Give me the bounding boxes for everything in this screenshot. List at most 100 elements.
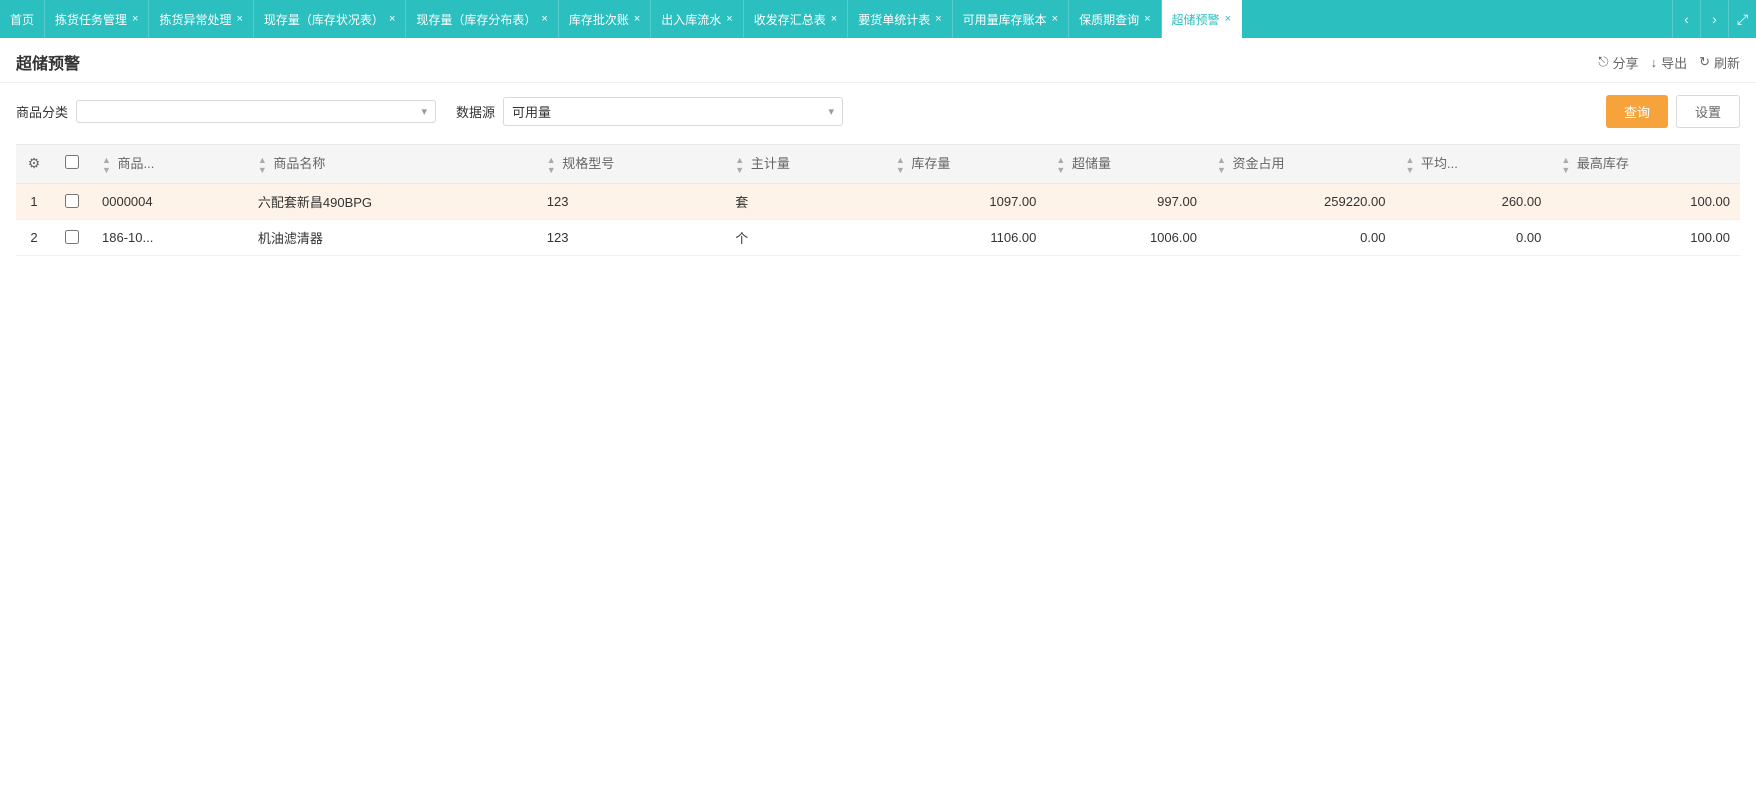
col-stock-header[interactable]: ▲▼ 库存量 [886,145,1047,184]
select-all-checkbox[interactable] [65,155,79,169]
query-button[interactable]: 查询 [1606,95,1668,128]
nav-tab-home[interactable]: 首页 [0,0,45,38]
top-navigation: 首页 拣货任务管理 × 拣货异常处理 × 现存量（库存状况表） × 现存量（库存… [0,0,1756,38]
close-icon[interactable]: × [236,13,242,25]
sort-icon: ▲▼ [1405,155,1414,175]
nav-tab-3[interactable]: 现存量（库存状况表） × [254,0,406,38]
nav-tab-11[interactable]: 超储预警 × [1162,0,1242,38]
row-avg: 260.00 [1395,183,1551,219]
gear-icon[interactable]: ⚙ [28,155,41,171]
row-capital: 0.00 [1207,219,1396,255]
sort-icon: ▲▼ [547,155,556,175]
row-code: 0000004 [92,183,248,219]
nav-next-button[interactable]: › [1700,0,1728,38]
nav-prev-button[interactable]: ‹ [1672,0,1700,38]
settings-button[interactable]: 设置 [1676,95,1740,128]
row-avg: 0.00 [1395,219,1551,255]
nav-tab-7[interactable]: 收发存汇总表 × [744,0,848,38]
col-overstock-label: 超储量 [1072,156,1111,171]
table-container: ⚙ ▲▼ 商品... ▲▼ 商品名称 ▲▼ 规格型号 ▲▼ [0,144,1756,256]
refresh-button[interactable]: ↻ 刷新 [1699,53,1740,72]
col-maxstock-header[interactable]: ▲▼ 最高库存 [1551,145,1740,184]
nav-tab-9-label: 可用量库存账本 [963,11,1047,28]
nav-tab-8[interactable]: 要货单统计表 × [848,0,952,38]
nav-tab-1[interactable]: 拣货任务管理 × [45,0,149,38]
filter-buttons: 查询 设置 [1606,95,1740,128]
row-spec: 123 [537,219,726,255]
row-checkbox[interactable] [65,194,79,208]
row-unit: 个 [725,219,886,255]
nav-tab-6[interactable]: 出入库流水 × [651,0,743,38]
close-icon[interactable]: × [726,13,732,25]
share-button[interactable]: ⎋ 分享 [1598,53,1638,72]
nav-tab-3-label: 现存量（库存状况表） [264,11,384,28]
category-label: 商品分类 [16,102,68,121]
close-icon[interactable]: × [389,13,395,25]
category-filter: 商品分类 ▾ [16,100,436,123]
col-code-header[interactable]: ▲▼ 商品... [92,145,248,184]
row-code: 186-10... [92,219,248,255]
chevron-down-icon: ▾ [421,105,427,118]
datasource-filter: 数据源 可用量 ▾ [456,97,843,126]
row-name: 六配套新昌490BPG [248,183,537,219]
sort-icon: ▲▼ [896,155,905,175]
nav-tab-5[interactable]: 库存批次账 × [559,0,651,38]
col-overstock-header[interactable]: ▲▼ 超储量 [1046,145,1207,184]
col-unit-label: 主计量 [751,156,790,171]
close-icon[interactable]: × [1052,13,1058,25]
datasource-select[interactable]: 可用量 ▾ [503,97,843,126]
nav-tab-8-label: 要货单统计表 [858,11,930,28]
row-checkbox[interactable] [65,230,79,244]
close-icon[interactable]: × [1225,13,1231,25]
close-icon[interactable]: × [831,13,837,25]
sort-icon: ▲▼ [735,155,744,175]
nav-expand-button[interactable]: ⤢ [1728,0,1756,38]
row-gear-cell: 1 [16,183,52,219]
close-icon[interactable]: × [935,13,941,25]
datasource-value: 可用量 [512,102,828,121]
sort-icon: ▲▼ [1056,155,1065,175]
datasource-label: 数据源 [456,102,495,121]
col-name-header[interactable]: ▲▼ 商品名称 [248,145,537,184]
filter-row: 商品分类 ▾ 数据源 可用量 ▾ 查询 设置 [0,83,1756,140]
col-checkbox-header [52,145,92,184]
nav-tab-home-label: 首页 [10,11,34,28]
nav-tab-10[interactable]: 保质期查询 × [1069,0,1161,38]
header-actions: ⎋ 分享 ↓ 导出 ↻ 刷新 [1598,53,1740,72]
nav-arrow-group: ‹ › ⤢ [1672,0,1756,38]
close-icon[interactable]: × [634,13,640,25]
close-icon[interactable]: × [1144,13,1150,25]
row-overstock: 997.00 [1046,183,1207,219]
col-capital-label: 资金占用 [1232,156,1284,171]
col-avg-header[interactable]: ▲▼ 平均... [1395,145,1551,184]
nav-tab-6-label: 出入库流水 [661,11,721,28]
row-maxstock: 100.00 [1551,219,1740,255]
row-gear-cell: 2 [16,219,52,255]
export-button[interactable]: ↓ 导出 [1651,53,1688,72]
row-num-cell [52,183,92,219]
sort-icon: ▲▼ [1217,155,1226,175]
col-spec-header[interactable]: ▲▼ 规格型号 [537,145,726,184]
close-icon[interactable]: × [541,13,547,25]
col-capital-header[interactable]: ▲▼ 资金占用 [1207,145,1396,184]
category-select[interactable]: ▾ [76,100,436,123]
close-icon[interactable]: × [132,13,138,25]
row-capital: 259220.00 [1207,183,1396,219]
row-maxstock: 100.00 [1551,183,1740,219]
nav-tab-9[interactable]: 可用量库存账本 × [953,0,1069,38]
refresh-label: 刷新 [1714,53,1740,72]
col-avg-label: 平均... [1421,156,1458,171]
nav-tab-7-label: 收发存汇总表 [754,11,826,28]
col-code-label: 商品... [118,156,155,171]
col-stock-label: 库存量 [911,156,950,171]
chevron-down-icon: ▾ [829,105,835,118]
nav-tab-2[interactable]: 拣货异常处理 × [149,0,253,38]
nav-tab-4[interactable]: 现存量（库存分布表） × [406,0,558,38]
share-icon: ⎋ [1598,54,1608,70]
col-spec-label: 规格型号 [562,156,614,171]
col-unit-header[interactable]: ▲▼ 主计量 [725,145,886,184]
row-name: 机油滤清器 [248,219,537,255]
nav-tab-5-label: 库存批次账 [569,11,629,28]
data-table: ⚙ ▲▼ 商品... ▲▼ 商品名称 ▲▼ 规格型号 ▲▼ [16,144,1740,256]
nav-tab-1-label: 拣货任务管理 [55,11,127,28]
